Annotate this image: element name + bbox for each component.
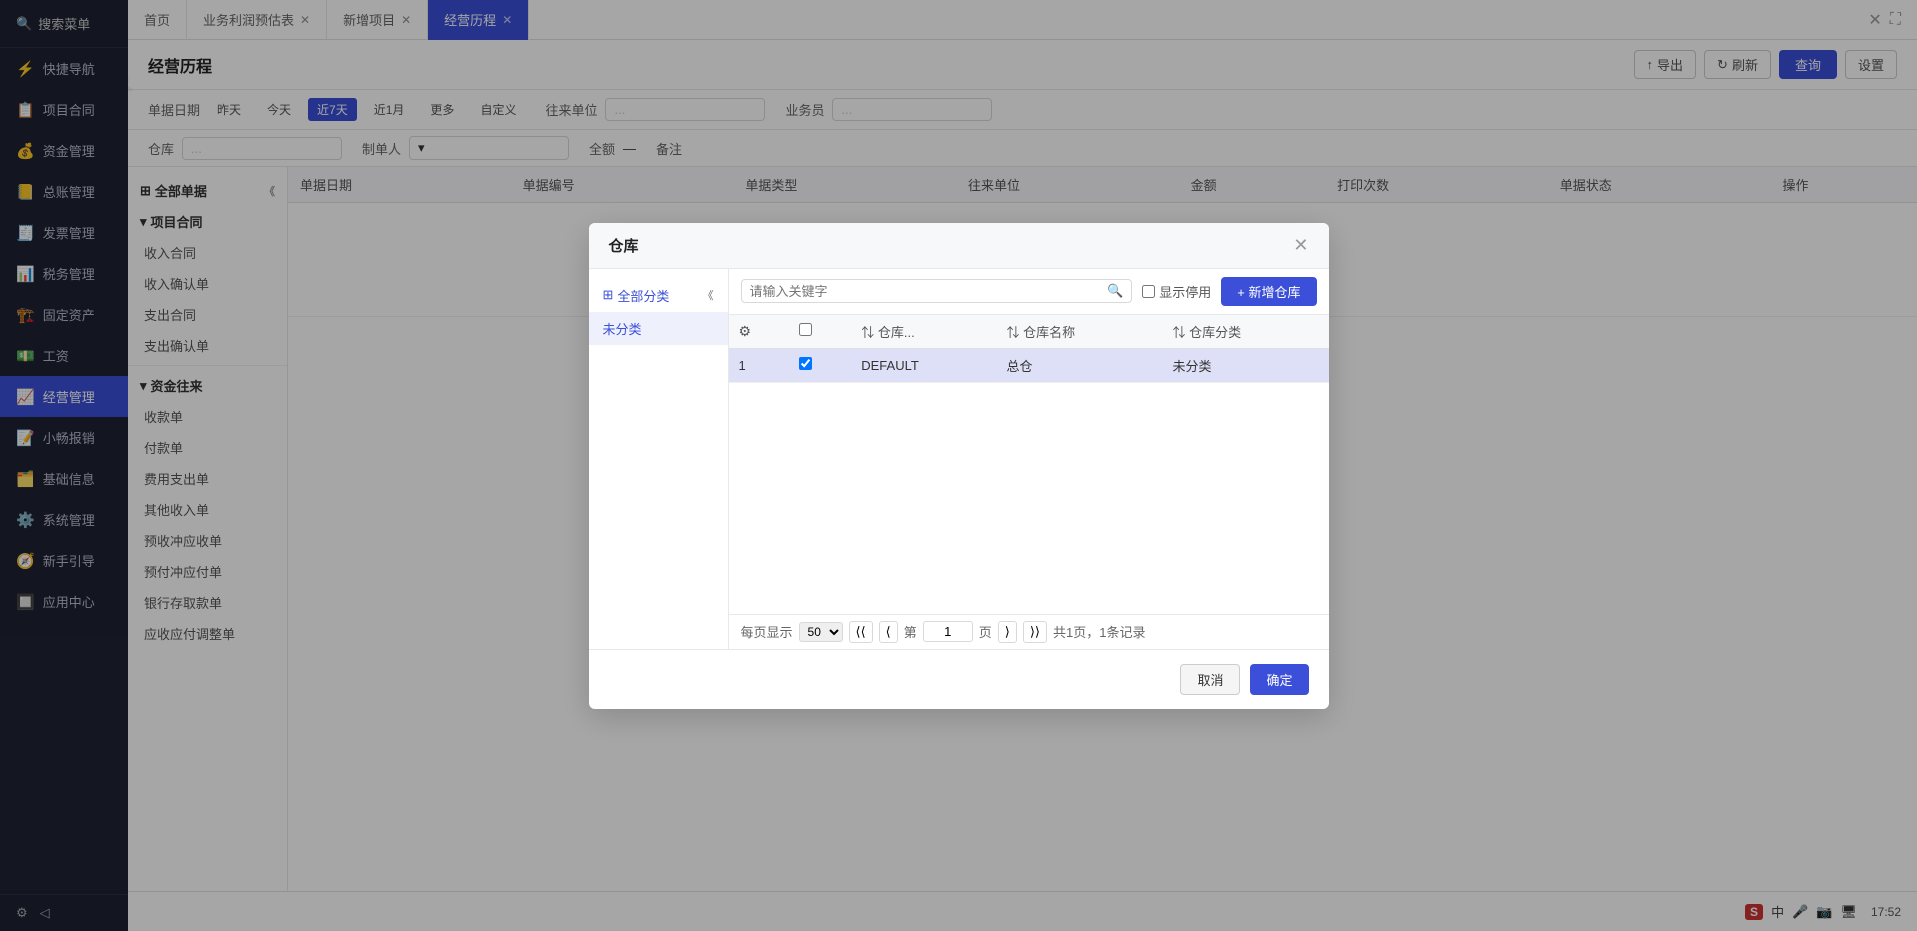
dialog-title: 仓库 (609, 235, 639, 256)
show-disabled-text: 显示停用 (1159, 282, 1211, 301)
grid-icon2: ⊞ (603, 287, 614, 303)
col-warehouse-code: ⇅ 仓库... (851, 315, 996, 349)
dialog-overlay: 仓库 ✕ ⊞ 全部分类 《 未分类 🔍 (0, 0, 1917, 931)
dialog-prev-btn[interactable]: ⟨ (879, 621, 898, 643)
dialog-close-btn[interactable]: ✕ (1293, 235, 1308, 256)
dialog-first-btn[interactable]: ⟨⟨ (849, 621, 873, 643)
warehouse-dialog: 仓库 ✕ ⊞ 全部分类 《 未分类 🔍 (589, 223, 1329, 709)
per-page-label2: 每页显示 (741, 622, 793, 641)
dialog-left-uncategorized[interactable]: 未分类 (589, 312, 728, 345)
add-warehouse-btn[interactable]: + 新增仓库 (1221, 277, 1316, 306)
row-check[interactable] (789, 348, 851, 382)
all-category-label: 全部分类 (617, 286, 669, 305)
dialog-page-label: 第 (904, 622, 917, 641)
show-disabled-checkbox[interactable] (1142, 285, 1155, 298)
dialog-table: ⚙ ⇅ 仓库... ⇅ 仓库名称 ⇅ 仓库分类 (729, 315, 1329, 614)
search-icon2: 🔍 (1107, 283, 1123, 299)
row-name: 总仓 (996, 348, 1162, 382)
dialog-body: ⊞ 全部分类 《 未分类 🔍 显示停用 + 新增仓库 (589, 269, 1329, 649)
dialog-left-panel: ⊞ 全部分类 《 未分类 (589, 269, 729, 649)
dialog-total: 共1页，1条记录 (1053, 622, 1145, 641)
dialog-toolbar: 🔍 显示停用 + 新增仓库 (729, 269, 1329, 315)
warehouse-table: ⚙ ⇅ 仓库... ⇅ 仓库名称 ⇅ 仓库分类 (729, 315, 1329, 383)
dialog-actions: 取消 确定 (589, 649, 1329, 709)
row-checkbox[interactable] (799, 357, 812, 370)
dialog-header: 仓库 ✕ (589, 223, 1329, 269)
row-code: DEFAULT (851, 348, 996, 382)
row-num: 1 (729, 348, 790, 382)
cancel-button[interactable]: 取消 (1180, 664, 1240, 695)
dialog-page-suffix: 页 (979, 622, 992, 641)
collapse-left-icon[interactable]: 《 (703, 287, 714, 303)
col-checkbox (789, 315, 851, 349)
row-category: 未分类 (1162, 348, 1328, 382)
dialog-next-btn[interactable]: ⟩ (998, 621, 1017, 643)
dialog-footer-bar: 每页显示 50 ⟨⟨ ⟨ 第 页 ⟩ ⟩⟩ 共1页，1条记录 (729, 614, 1329, 649)
warehouse-row[interactable]: 1 DEFAULT 总仓 未分类 (729, 348, 1329, 382)
col-warehouse-name: ⇅ 仓库名称 (996, 315, 1162, 349)
dialog-page-input[interactable] (923, 621, 973, 642)
dialog-search-input[interactable] (750, 284, 1108, 299)
col-warehouse-category: ⇅ 仓库分类 (1162, 315, 1328, 349)
select-all-checkbox[interactable] (799, 323, 812, 336)
confirm-button[interactable]: 确定 (1250, 664, 1308, 695)
col-settings: ⚙ (729, 315, 790, 349)
dialog-all-category[interactable]: ⊞ 全部分类 《 (589, 279, 728, 312)
sort-icon2: ⇅ (1006, 325, 1019, 340)
dialog-search-box[interactable]: 🔍 (741, 279, 1133, 303)
dialog-per-page-select[interactable]: 50 (799, 622, 843, 642)
show-disabled-label[interactable]: 显示停用 (1142, 282, 1211, 301)
dialog-last-btn[interactable]: ⟩⟩ (1023, 621, 1047, 643)
sort-icon3: ⇅ (1172, 325, 1185, 340)
dialog-main-area: 🔍 显示停用 + 新增仓库 ⚙ (729, 269, 1329, 649)
sort-icon: ⇅ (861, 325, 874, 340)
